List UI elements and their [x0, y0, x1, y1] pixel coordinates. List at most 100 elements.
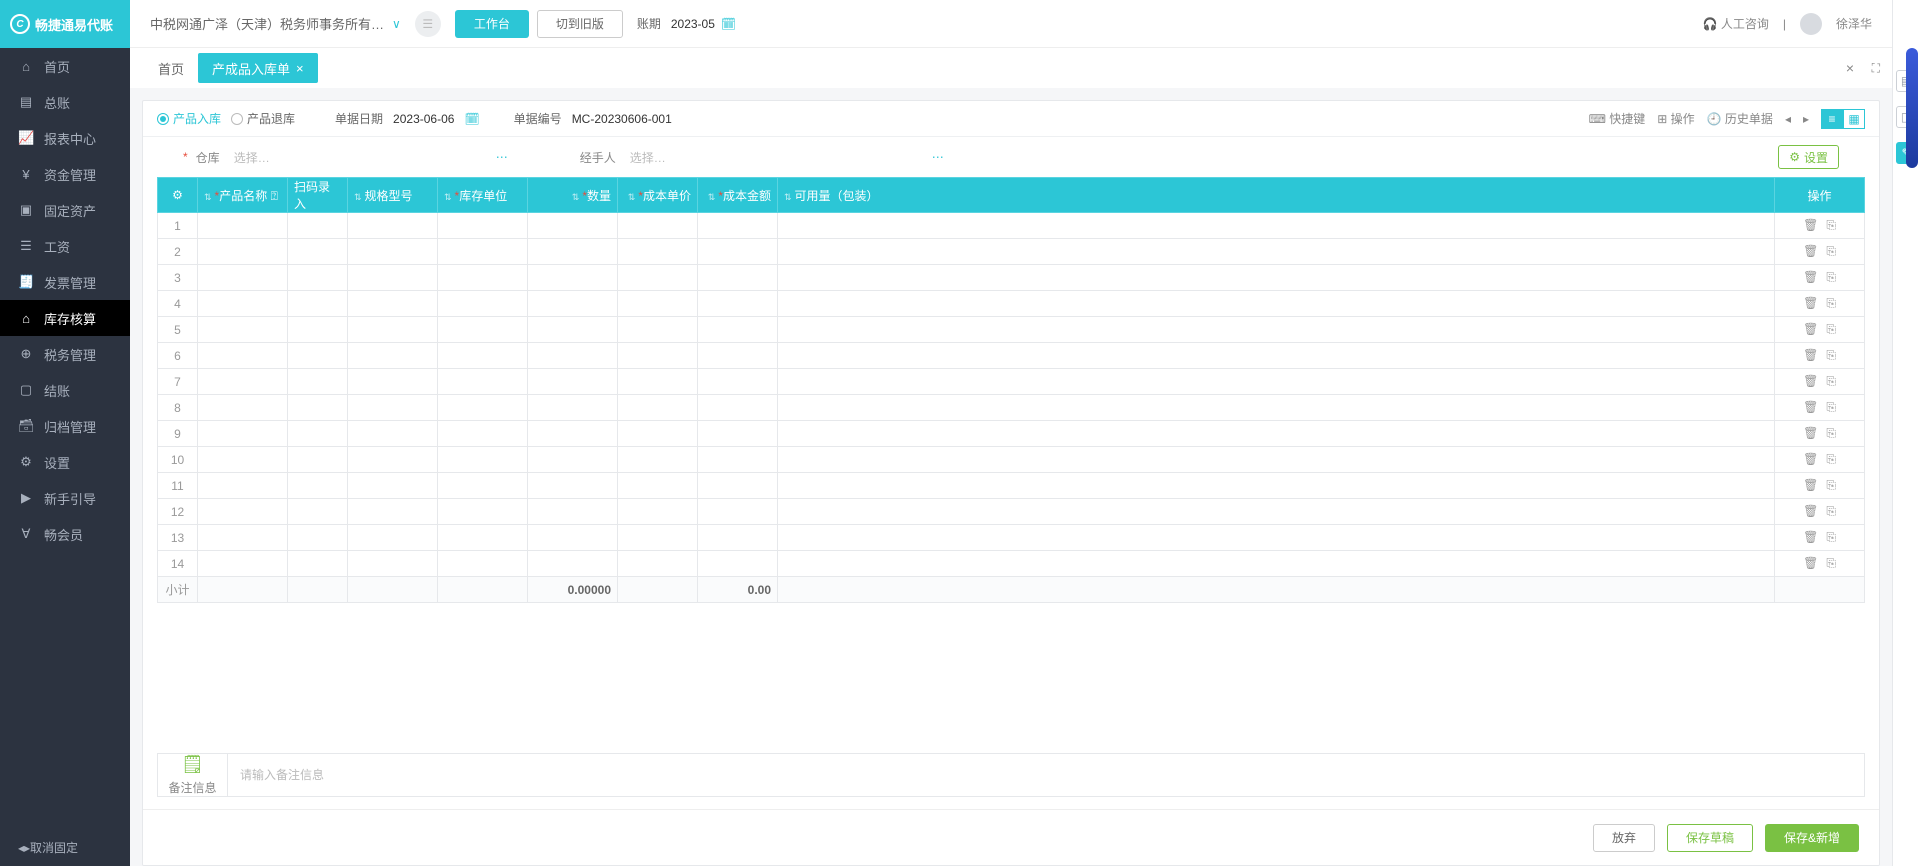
cell-qty[interactable] — [528, 239, 618, 265]
row-delete-icon[interactable]: 🗑 — [1803, 348, 1818, 362]
cell-spec[interactable] — [348, 265, 438, 291]
table-row[interactable]: 8🗑⎘ — [158, 395, 1865, 421]
cell-spec[interactable] — [348, 395, 438, 421]
cell-name[interactable] — [198, 265, 288, 291]
row-delete-icon[interactable]: 🗑 — [1803, 296, 1818, 310]
cell-price[interactable] — [618, 265, 698, 291]
cell-amount[interactable] — [698, 499, 778, 525]
table-row[interactable]: 1🗑⎘ — [158, 213, 1865, 239]
cell-spec[interactable] — [348, 317, 438, 343]
row-delete-icon[interactable]: 🗑 — [1803, 426, 1818, 440]
sidebar-item-10[interactable]: 🗃归档管理 — [0, 408, 130, 444]
cell-spec[interactable] — [348, 525, 438, 551]
cell-spec[interactable] — [348, 421, 438, 447]
cell-qty[interactable] — [528, 525, 618, 551]
cell-scan[interactable] — [288, 239, 348, 265]
cell-avail[interactable] — [778, 291, 1775, 317]
row-copy-icon[interactable]: ⎘ — [1826, 478, 1836, 492]
cell-qty[interactable] — [528, 395, 618, 421]
workspace-button[interactable]: 工作台 — [455, 10, 529, 38]
cell-avail[interactable] — [778, 551, 1775, 577]
cell-amount[interactable] — [698, 447, 778, 473]
next-doc-icon[interactable]: ▸ — [1803, 112, 1809, 126]
radio-product-out[interactable]: 产品退库 — [231, 110, 295, 127]
period-value[interactable]: 2023-05 — [671, 17, 715, 31]
row-delete-icon[interactable]: 🗑 — [1803, 244, 1818, 258]
cell-spec[interactable] — [348, 551, 438, 577]
cell-name[interactable] — [198, 317, 288, 343]
table-row[interactable]: 4🗑⎘ — [158, 291, 1865, 317]
row-delete-icon[interactable]: 🗑 — [1803, 530, 1818, 544]
cell-name[interactable] — [198, 551, 288, 577]
cell-unit[interactable] — [438, 499, 528, 525]
row-delete-icon[interactable]: 🗑 — [1803, 400, 1818, 414]
cell-scan[interactable] — [288, 551, 348, 577]
cell-unit[interactable] — [438, 395, 528, 421]
sidebar-item-9[interactable]: ▢结账 — [0, 372, 130, 408]
tabbar-close-icon[interactable]: × — [1846, 60, 1854, 76]
cell-name[interactable] — [198, 421, 288, 447]
th-gear[interactable]: ⚙ — [158, 178, 198, 213]
row-delete-icon[interactable]: 🗑 — [1803, 374, 1818, 388]
cell-price[interactable] — [618, 317, 698, 343]
table-row[interactable]: 3🗑⎘ — [158, 265, 1865, 291]
cell-name[interactable] — [198, 473, 288, 499]
cell-name[interactable] — [198, 369, 288, 395]
sidebar-item-13[interactable]: ∀畅会员 — [0, 516, 130, 552]
cell-name[interactable] — [198, 525, 288, 551]
cell-scan[interactable] — [288, 213, 348, 239]
cell-price[interactable] — [618, 551, 698, 577]
cell-price[interactable] — [618, 525, 698, 551]
sidebar-item-1[interactable]: ▤总账 — [0, 84, 130, 120]
sidebar-item-12[interactable]: ▶新手引导 — [0, 480, 130, 516]
cell-qty[interactable] — [528, 499, 618, 525]
sidebar-item-5[interactable]: ☰工资 — [0, 228, 130, 264]
cell-scan[interactable] — [288, 265, 348, 291]
cell-spec[interactable] — [348, 447, 438, 473]
cell-amount[interactable] — [698, 525, 778, 551]
cell-avail[interactable] — [778, 395, 1775, 421]
consult-link[interactable]: 🎧 人工咨询 — [1703, 15, 1769, 32]
cell-avail[interactable] — [778, 343, 1775, 369]
switch-old-button[interactable]: 切到旧版 — [537, 10, 623, 38]
cell-scan[interactable] — [288, 395, 348, 421]
row-copy-icon[interactable]: ⎘ — [1826, 556, 1836, 570]
row-copy-icon[interactable]: ⎘ — [1826, 270, 1836, 284]
cell-amount[interactable] — [698, 265, 778, 291]
table-row[interactable]: 6🗑⎘ — [158, 343, 1865, 369]
row-copy-icon[interactable]: ⎘ — [1826, 322, 1836, 336]
table-row[interactable]: 13🗑⎘ — [158, 525, 1865, 551]
cell-price[interactable] — [618, 499, 698, 525]
cell-spec[interactable] — [348, 499, 438, 525]
cell-unit[interactable] — [438, 369, 528, 395]
cell-avail[interactable] — [778, 499, 1775, 525]
cell-scan[interactable] — [288, 421, 348, 447]
prev-doc-icon[interactable]: ◂ — [1785, 112, 1791, 126]
row-copy-icon[interactable]: ⎘ — [1826, 504, 1836, 518]
history-button[interactable]: 🕘 历史单据 — [1707, 110, 1773, 127]
quick-key-button[interactable]: ⌨ 快捷键 — [1589, 110, 1646, 127]
remark-input[interactable]: 请输入备注信息 — [228, 754, 1864, 796]
sidebar-item-11[interactable]: ⚙设置 — [0, 444, 130, 480]
cell-scan[interactable] — [288, 525, 348, 551]
cell-unit[interactable] — [438, 421, 528, 447]
cell-unit[interactable] — [438, 343, 528, 369]
handler-select[interactable]: 选择… — [630, 149, 666, 166]
cell-avail[interactable] — [778, 421, 1775, 447]
row-delete-icon[interactable]: 🗑 — [1803, 478, 1818, 492]
row-delete-icon[interactable]: 🗑 — [1803, 218, 1818, 232]
close-icon[interactable]: × — [296, 61, 304, 76]
cell-unit[interactable] — [438, 239, 528, 265]
radio-product-in[interactable]: 产品入库 — [157, 110, 221, 127]
cell-qty[interactable] — [528, 213, 618, 239]
cell-unit[interactable] — [438, 551, 528, 577]
cell-unit[interactable] — [438, 213, 528, 239]
cell-price[interactable] — [618, 421, 698, 447]
fullscreen-icon[interactable]: ⛶ — [1872, 61, 1880, 76]
row-copy-icon[interactable]: ⎘ — [1826, 426, 1836, 440]
cell-avail[interactable] — [778, 213, 1775, 239]
th-unit[interactable]: ⇅*库存单位 — [438, 178, 528, 213]
scroll-indicator[interactable] — [1906, 48, 1918, 168]
warehouse-select[interactable]: 选择… — [234, 149, 270, 166]
cell-price[interactable] — [618, 395, 698, 421]
